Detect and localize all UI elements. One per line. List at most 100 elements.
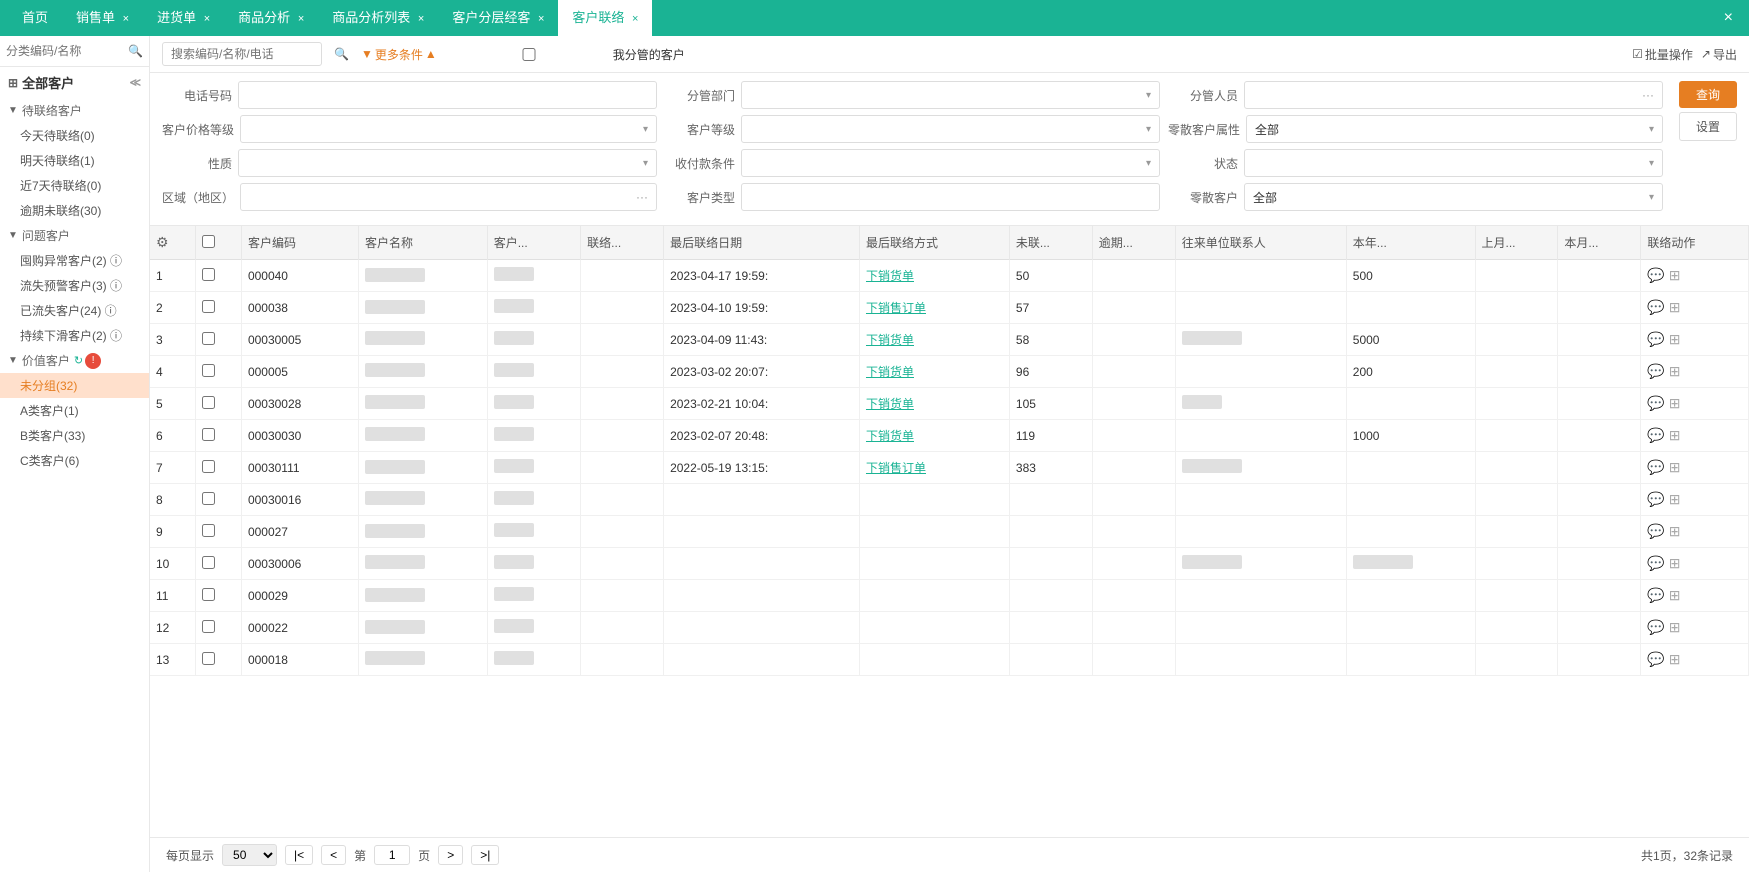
filter-retail-select[interactable]: 全部▾ xyxy=(1244,183,1663,211)
nav-home[interactable]: 首页 xyxy=(8,0,62,36)
grid-action-icon[interactable]: ⊞ xyxy=(1669,587,1681,604)
settings-icon[interactable]: ⚙ xyxy=(156,234,169,250)
row-checkbox[interactable] xyxy=(202,620,215,633)
sidebar-item-tomorrow[interactable]: 明天待联络(1) xyxy=(0,148,149,173)
nav-customer-contact-close[interactable]: × xyxy=(632,13,638,25)
row-checkbox[interactable] xyxy=(202,300,215,313)
chat-icon[interactable]: 💬 xyxy=(1647,459,1664,476)
grid-action-icon[interactable]: ⊞ xyxy=(1669,651,1681,668)
filter-status-select[interactable]: ▾ xyxy=(1244,149,1663,177)
sidebar-item-7days[interactable]: 近7天待联络(0) xyxy=(0,173,149,198)
chat-icon[interactable]: 💬 xyxy=(1647,491,1664,508)
cell-checkbox[interactable] xyxy=(196,260,242,292)
select-all-checkbox[interactable] xyxy=(202,235,215,248)
grid-action-icon[interactable]: ⊞ xyxy=(1669,491,1681,508)
cell-checkbox[interactable] xyxy=(196,548,242,580)
reset-button[interactable]: 设置 xyxy=(1679,112,1737,141)
nav-product-analysis-close[interactable]: × xyxy=(298,13,304,25)
sidebar-group-problem[interactable]: ▼ 问题客户 xyxy=(0,223,149,248)
row-checkbox[interactable] xyxy=(202,588,215,601)
next-page-button[interactable]: > xyxy=(438,845,463,865)
sidebar-group-value[interactable]: ▼ 价值客户 ↻ ! xyxy=(0,348,149,373)
grid-action-icon[interactable]: ⊞ xyxy=(1669,427,1681,444)
grid-action-icon[interactable]: ⊞ xyxy=(1669,619,1681,636)
row-checkbox[interactable] xyxy=(202,428,215,441)
sidebar-item-class-b[interactable]: B类客户(33) xyxy=(0,423,149,448)
cell-checkbox[interactable] xyxy=(196,516,242,548)
cell-checkbox[interactable] xyxy=(196,388,242,420)
chat-icon[interactable]: 💬 xyxy=(1647,331,1664,348)
search-input[interactable] xyxy=(162,42,322,66)
cell-checkbox[interactable] xyxy=(196,644,242,676)
cell-last-contact-method[interactable]: 下销货单 xyxy=(859,356,1009,388)
sidebar-item-class-a[interactable]: A类客户(1) xyxy=(0,398,149,423)
nav-purchase[interactable]: 进货单 × xyxy=(143,0,224,36)
chat-icon[interactable]: 💬 xyxy=(1647,299,1664,316)
filter-cust-type-input[interactable] xyxy=(741,183,1160,211)
chat-icon[interactable]: 💬 xyxy=(1647,651,1664,668)
region-dots[interactable]: ··· xyxy=(636,190,648,204)
export-button[interactable]: ↗ 导出 xyxy=(1701,46,1737,63)
row-checkbox[interactable] xyxy=(202,556,215,569)
nav-customer-tier-close[interactable]: × xyxy=(538,13,544,25)
first-page-button[interactable]: |< xyxy=(285,845,313,865)
filter-payment-select[interactable]: ▾ xyxy=(741,149,1160,177)
chat-icon[interactable]: 💬 xyxy=(1647,267,1664,284)
cell-last-contact-method[interactable]: 下销货单 xyxy=(859,324,1009,356)
cell-checkbox[interactable] xyxy=(196,580,242,612)
th-settings[interactable]: ⚙ xyxy=(150,226,196,260)
nav-product-analysis[interactable]: 商品分析 × xyxy=(224,0,318,36)
row-checkbox[interactable] xyxy=(202,492,215,505)
cell-checkbox[interactable] xyxy=(196,612,242,644)
grid-action-icon[interactable]: ⊞ xyxy=(1669,299,1681,316)
filter-nature-select[interactable]: ▾ xyxy=(238,149,657,177)
row-checkbox[interactable] xyxy=(202,460,215,473)
nav-product-analysis-list[interactable]: 商品分析列表 × xyxy=(318,0,438,36)
filter-customer-tier-select[interactable]: ▾ xyxy=(741,115,1160,143)
grid-action-icon[interactable]: ⊞ xyxy=(1669,267,1681,284)
grid-action-icon[interactable]: ⊞ xyxy=(1669,363,1681,380)
sidebar-item-class-c[interactable]: C类客户(6) xyxy=(0,448,149,473)
chat-icon[interactable]: 💬 xyxy=(1647,587,1664,604)
chat-icon[interactable]: 💬 xyxy=(1647,427,1664,444)
my-customers-checkbox[interactable] xyxy=(449,48,609,61)
sidebar-search-icon[interactable]: 🔍 xyxy=(128,44,143,58)
cell-last-contact-method[interactable]: 下销货单 xyxy=(859,420,1009,452)
sidebar-search-input[interactable] xyxy=(6,44,124,58)
page-number-input[interactable] xyxy=(374,845,410,865)
chat-icon[interactable]: 💬 xyxy=(1647,555,1664,572)
row-checkbox[interactable] xyxy=(202,396,215,409)
chat-icon[interactable]: 💬 xyxy=(1647,619,1664,636)
filter-retail-attr-select[interactable]: 全部▾ xyxy=(1246,115,1663,143)
row-checkbox[interactable] xyxy=(202,268,215,281)
sidebar-all-customers[interactable]: ⊞ 全部客户 ≪ xyxy=(0,67,149,98)
filter-phone-input[interactable] xyxy=(238,81,657,109)
last-page-button[interactable]: >| xyxy=(471,845,499,865)
sidebar-group-pending[interactable]: ▼ 待联络客户 xyxy=(0,98,149,123)
sidebar-item-churned[interactable]: 已流失客户(24) ⓘ xyxy=(0,298,149,323)
query-button[interactable]: 查询 xyxy=(1679,81,1737,108)
cell-last-contact-method[interactable]: 下销售订单 xyxy=(859,292,1009,324)
nav-sales-close[interactable]: × xyxy=(123,13,129,25)
page-size-select[interactable]: 50 100 200 xyxy=(222,844,277,866)
nav-customer-tier[interactable]: 客户分层经客 × xyxy=(438,0,558,36)
row-checkbox[interactable] xyxy=(202,332,215,345)
manager-dots[interactable]: ··· xyxy=(1642,88,1654,102)
cell-last-contact-method[interactable]: 下销货单 xyxy=(859,388,1009,420)
nav-sales[interactable]: 销售单 × xyxy=(62,0,143,36)
sidebar-item-hoarding[interactable]: 囤购异常客户(2) ⓘ xyxy=(0,248,149,273)
filter-dept-select[interactable]: ▾ xyxy=(741,81,1160,109)
chat-icon[interactable]: 💬 xyxy=(1647,395,1664,412)
cell-checkbox[interactable] xyxy=(196,452,242,484)
grid-action-icon[interactable]: ⊞ xyxy=(1669,459,1681,476)
sidebar-collapse-icon[interactable]: ≪ xyxy=(129,76,141,89)
cell-checkbox[interactable] xyxy=(196,420,242,452)
search-button[interactable]: 🔍 xyxy=(334,47,349,61)
batch-ops-button[interactable]: ☑ 批量操作 xyxy=(1632,46,1693,63)
grid-action-icon[interactable]: ⊞ xyxy=(1669,523,1681,540)
filter-price-tier-select[interactable]: ▾ xyxy=(240,115,657,143)
chat-icon[interactable]: 💬 xyxy=(1647,363,1664,380)
row-checkbox[interactable] xyxy=(202,364,215,377)
row-checkbox[interactable] xyxy=(202,652,215,665)
cell-checkbox[interactable] xyxy=(196,292,242,324)
